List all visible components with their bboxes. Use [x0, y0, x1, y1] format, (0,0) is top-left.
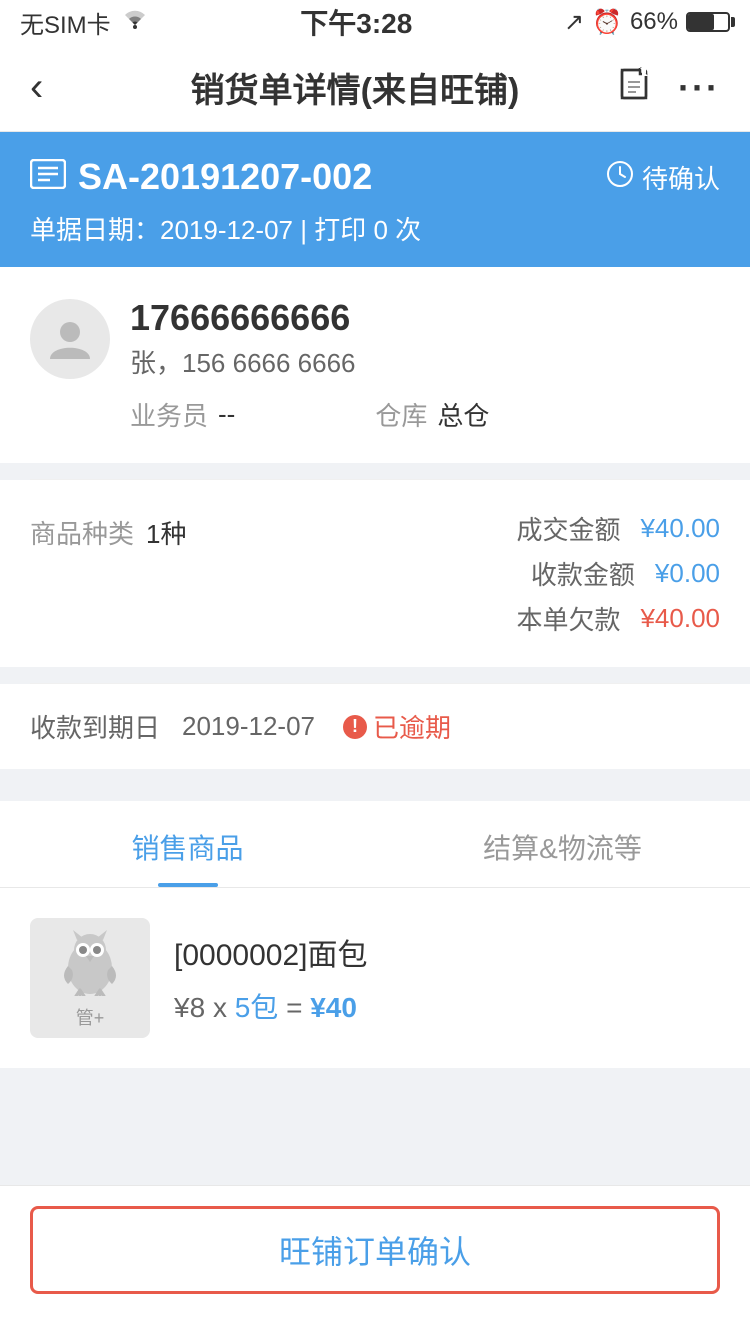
overdue-text: 已逾期 — [373, 708, 451, 745]
avatar — [30, 299, 110, 379]
product-name: [0000002]面包 — [174, 930, 720, 974]
alarm-icon: ⏰ — [592, 8, 622, 37]
location-icon: ↗ — [564, 8, 584, 37]
status-left: 无SIM卡 — [20, 5, 149, 40]
order-status: 待确认 — [606, 159, 720, 196]
customer-phone: 17666666666 — [130, 297, 356, 339]
collected-amount: ¥0.00 — [655, 558, 720, 589]
product-total: ¥40 — [310, 992, 357, 1023]
more-icon[interactable]: ··· — [678, 67, 720, 109]
carrier-text: 无SIM卡 — [20, 5, 111, 40]
product-type-label: 商品种类 — [30, 514, 134, 551]
product-list: 管+ [0000002]面包 ¥8 x 5包 = ¥40 — [0, 888, 750, 1068]
due-date-label: 收款到期日 — [30, 708, 160, 745]
order-icon — [30, 156, 66, 198]
status-time: 下午3:28 — [300, 2, 412, 42]
clock-icon — [606, 160, 634, 195]
battery-percent: 66% — [630, 8, 678, 36]
warehouse-label: 仓库 — [375, 396, 427, 433]
owed-amount: ¥40.00 — [640, 603, 720, 634]
page-title: 销货单详情(来自旺铺) — [90, 63, 620, 112]
sales-rep-value: -- — [218, 399, 235, 430]
product-type-value: 1种 — [146, 514, 186, 551]
status-bar: 无SIM卡 下午3:28 ↗ ⏰ 66% — [0, 0, 750, 44]
transaction-amount: ¥40.00 — [640, 513, 720, 544]
transaction-label: 成交金额 — [516, 510, 620, 547]
product-price: ¥8 x 5包 = ¥40 — [174, 986, 720, 1026]
customer-meta: 业务员 -- 仓库 总仓 — [30, 396, 720, 433]
product-item: 管+ [0000002]面包 ¥8 x 5包 = ¥40 — [0, 888, 750, 1068]
nav-bar: ‹ 销货单详情(来自旺铺) ··· — [0, 44, 750, 132]
customer-card: 17666666666 张，156 6666 6666 业务员 -- 仓库 总仓 — [0, 267, 750, 463]
share-icon[interactable] — [618, 66, 654, 110]
sales-rep-label: 业务员 — [130, 396, 208, 433]
overdue-badge: ! 已逾期 — [343, 708, 451, 745]
order-id: SA-20191207-002 — [30, 156, 372, 198]
product-info: [0000002]面包 ¥8 x 5包 = ¥40 — [174, 930, 720, 1026]
section-gap — [0, 785, 750, 801]
nav-actions: ··· — [620, 66, 720, 110]
warehouse-value: 总仓 — [437, 396, 489, 433]
wifi-icon — [121, 8, 149, 36]
back-button[interactable]: ‹ — [30, 65, 90, 110]
tab-sales-products[interactable]: 销售商品 — [0, 801, 375, 887]
battery-icon — [686, 12, 730, 32]
owed-label: 本单欠款 — [516, 600, 620, 637]
product-thumbnail: 管+ — [30, 918, 150, 1038]
collected-label: 收款金额 — [531, 555, 635, 592]
customer-sub: 张，156 6666 6666 — [130, 343, 356, 380]
tab-settlement-logistics[interactable]: 结算&物流等 — [375, 801, 750, 887]
order-header: SA-20191207-002 待确认 单据日期：2019-12-07 | 打印… — [0, 132, 750, 267]
due-date-value: 2019-12-07 — [182, 711, 315, 742]
order-date: 单据日期：2019-12-07 | 打印 0 次 — [30, 210, 720, 247]
tabs-container: 销售商品 结算&物流等 — [0, 801, 750, 888]
summary-card: 商品种类 1种 成交金额 ¥40.00 收款金额 ¥0.00 本单欠款 ¥40.… — [0, 480, 750, 667]
status-right: ↗ ⏰ 66% — [564, 8, 730, 37]
product-qty: 5包 — [235, 992, 279, 1023]
confirm-order-button[interactable]: 旺铺订单确认 — [30, 1206, 720, 1294]
due-date-card: 收款到期日 2019-12-07 ! 已逾期 — [0, 684, 750, 769]
overdue-dot-icon: ! — [343, 715, 367, 739]
bottom-bar: 旺铺订单确认 — [0, 1185, 750, 1334]
